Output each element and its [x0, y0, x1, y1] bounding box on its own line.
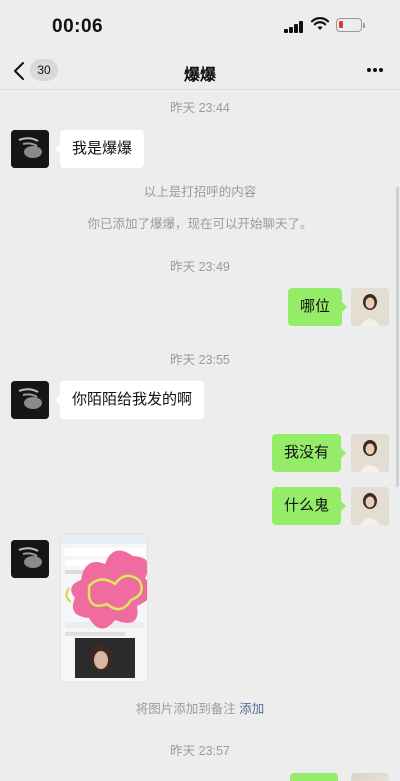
- contact-avatar[interactable]: [11, 130, 49, 168]
- system-notice: 以上是打招呼的内容: [143, 185, 257, 199]
- contact-avatar[interactable]: [11, 540, 49, 578]
- add-photo-to-note-notice: 将图片添加到备注 添加: [0, 698, 400, 717]
- hand-photo-icon: [11, 130, 49, 168]
- timestamp: 昨天 23:44: [170, 101, 230, 115]
- image-message[interactable]: [60, 533, 148, 683]
- hand-photo-icon: [11, 540, 49, 578]
- scrollbar[interactable]: [396, 187, 399, 487]
- more-icon[interactable]: [364, 60, 386, 80]
- message-list[interactable]: 昨天 23:44 我是爆爆 以上是打招呼的内容 你已添加了爆爆，现在可以开始聊天…: [0, 91, 400, 781]
- screenshot-thumbnail: [61, 534, 147, 682]
- message-bubble-received[interactable]: 我是爆爆: [54, 130, 145, 168]
- portrait-photo-icon: [351, 487, 389, 525]
- chat-header: 30 爆爆: [0, 52, 400, 90]
- add-link[interactable]: 添加: [239, 702, 264, 716]
- timestamp: 昨天 23:49: [170, 260, 230, 274]
- message-bubble-sent[interactable]: 哪位: [288, 288, 348, 326]
- portrait-photo-icon: [351, 434, 389, 472]
- message-bubble-sent[interactable]: [290, 773, 338, 781]
- portrait-photo-icon: [351, 288, 389, 326]
- timestamp: 昨天 23:57: [170, 744, 230, 758]
- system-notice: 你已添加了爆爆，现在可以开始聊天了。: [87, 217, 313, 231]
- wifi-icon: [311, 17, 329, 30]
- chat-title: 爆爆: [183, 67, 216, 84]
- signal-icon: [284, 21, 304, 33]
- status-bar: 00:06: [0, 0, 400, 52]
- self-avatar[interactable]: [351, 773, 389, 781]
- hand-photo-icon: [11, 381, 49, 419]
- message-bubble-sent[interactable]: 什么鬼: [272, 487, 347, 525]
- self-avatar[interactable]: [351, 434, 389, 472]
- timestamp: 昨天 23:55: [170, 353, 230, 367]
- system-notice-text: 将图片添加到备注: [135, 702, 236, 716]
- contact-avatar[interactable]: [11, 381, 49, 419]
- self-avatar[interactable]: [351, 487, 389, 525]
- message-bubble-sent[interactable]: 我没有: [272, 434, 347, 472]
- status-time: 00:06: [52, 16, 104, 37]
- battery-icon: [336, 18, 365, 32]
- message-bubble-received[interactable]: 你陌陌给我发的啊: [54, 381, 205, 419]
- self-avatar[interactable]: [351, 288, 389, 326]
